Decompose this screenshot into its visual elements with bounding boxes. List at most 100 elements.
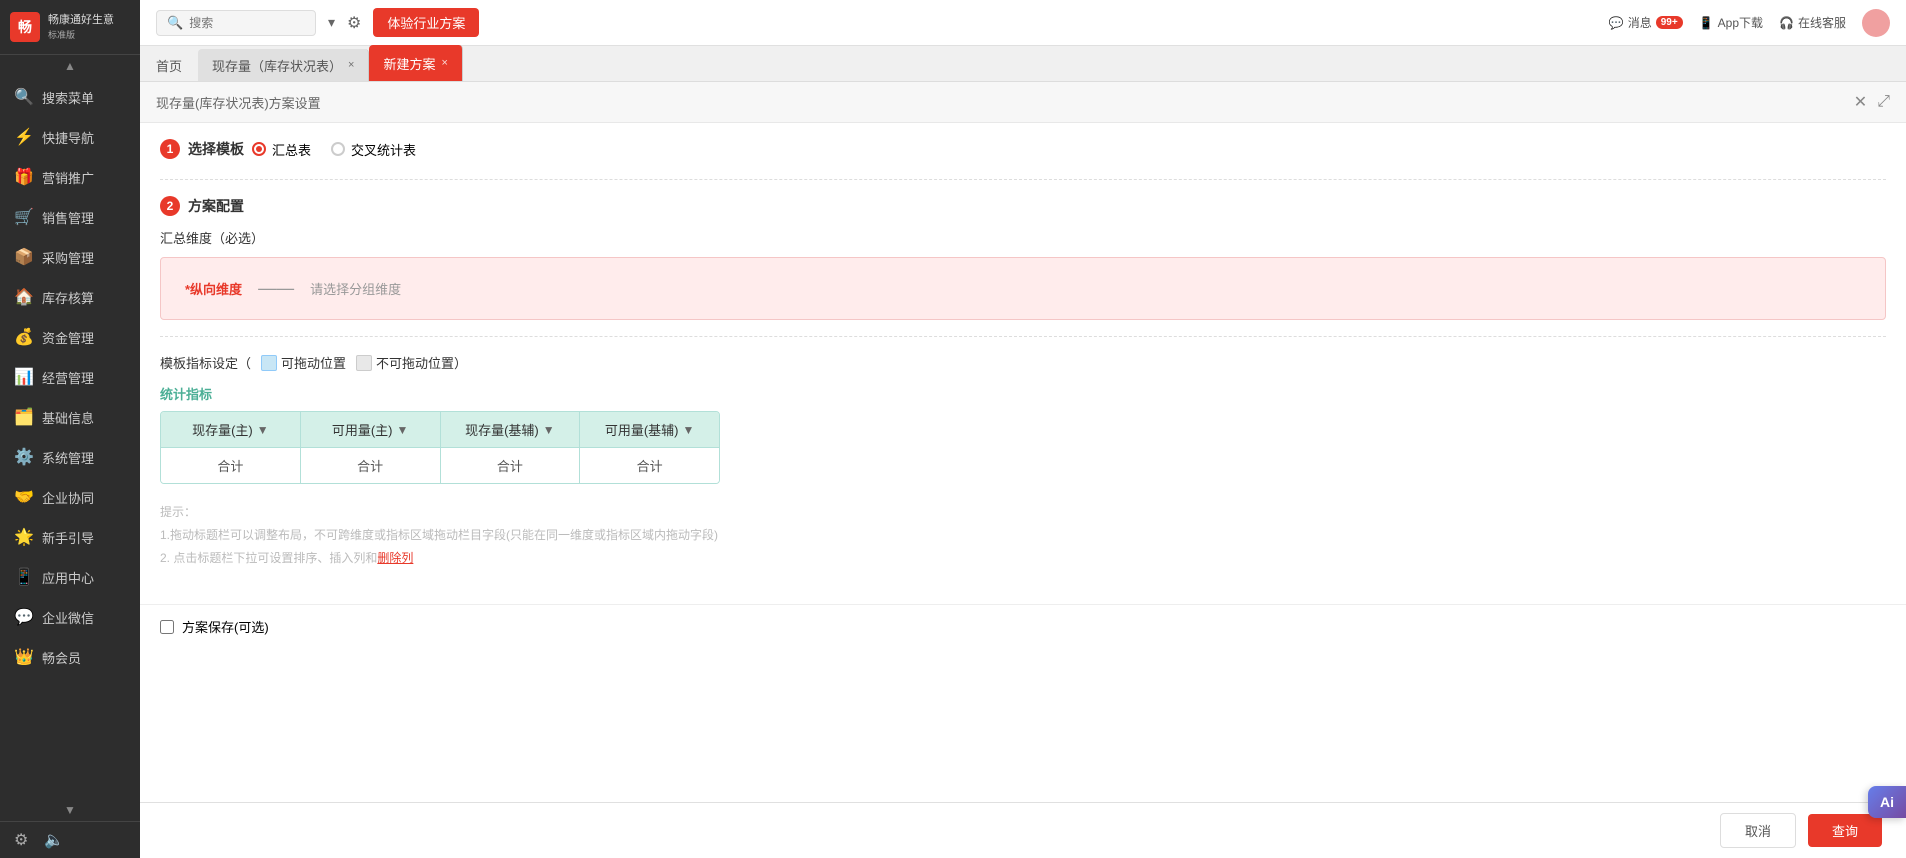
draggable-indicator: 可拖动位置	[261, 353, 346, 372]
audio-icon[interactable]: 🔈	[44, 830, 64, 850]
message-badge: 99+	[1656, 16, 1683, 29]
radio-cross[interactable]: 交叉统计表	[331, 140, 416, 159]
trial-button[interactable]: 体验行业方案	[373, 8, 479, 37]
stats-col-body-2: 合计	[441, 447, 581, 483]
base-info-icon: 🗂️	[14, 407, 34, 427]
sidebar-logo: 畅 畅康通好生意 标准版	[0, 0, 140, 55]
non-draggable-label: 不可拖动位置）	[376, 353, 467, 372]
col2-chevron[interactable]: ▼	[543, 423, 555, 437]
vertical-dim-placeholder[interactable]: 请选择分组维度	[310, 279, 401, 298]
sidebar-item-sales[interactable]: 🛒 销售管理	[0, 197, 140, 237]
ai-button[interactable]: Ai	[1868, 786, 1906, 818]
sidebar-item-marketing[interactable]: 🎁 营销推广	[0, 157, 140, 197]
sidebar-item-inventory[interactable]: 🏠 库存核算	[0, 277, 140, 317]
sidebar-item-search-menu[interactable]: 🔍 搜索菜单	[0, 77, 140, 117]
stats-col-header-2[interactable]: 现存量(基辅) ▼	[441, 412, 581, 447]
sidebar-item-quick-nav[interactable]: ⚡ 快捷导航	[0, 117, 140, 157]
wechat-icon: 💬	[14, 607, 34, 627]
radio-cross-label: 交叉统计表	[351, 140, 416, 159]
sidebar-item-enterprise[interactable]: 🤝 企业协同	[0, 477, 140, 517]
query-button[interactable]: 查询	[1808, 814, 1882, 847]
search-icon: 🔍	[167, 15, 183, 31]
sidebar-item-new-guide[interactable]: 🌟 新手引导	[0, 517, 140, 557]
message-icon: 💬	[1609, 16, 1624, 30]
tab-new-scheme[interactable]: 新建方案 ×	[369, 45, 462, 81]
member-label: 畅会员	[42, 648, 81, 667]
save-checkbox[interactable]	[160, 620, 174, 634]
enterprise-label: 企业协同	[42, 488, 94, 507]
radio-summary-label: 汇总表	[272, 140, 311, 159]
settings-icon[interactable]: ⚙	[14, 830, 28, 850]
tab-home-label: 首页	[156, 56, 182, 75]
vertical-dim-label: *纵向维度	[185, 279, 242, 298]
tips-section: 提示： 1.拖动标题栏可以调整布局，不可跨维度或指标区域拖动栏目字段(只能在同一…	[160, 503, 1886, 568]
enterprise-icon: 🤝	[14, 487, 34, 507]
close-panel-icon[interactable]: ✕	[1854, 92, 1867, 112]
message-label: 消息	[1628, 14, 1652, 31]
app-version: 标准版	[48, 28, 114, 41]
search-input[interactable]	[189, 16, 309, 30]
online-service-item[interactable]: 🎧 在线客服	[1779, 14, 1846, 31]
sidebar-nav: 🔍 搜索菜单 ⚡ 快捷导航 🎁 营销推广 🛒 销售管理 📦 采购管理 🏠 库存核…	[0, 77, 140, 799]
cancel-button[interactable]: 取消	[1720, 813, 1796, 848]
purchase-label: 采购管理	[42, 248, 94, 267]
dropdown-icon[interactable]: ▾	[328, 14, 335, 31]
sidebar-scroll-down[interactable]: ▼	[0, 799, 140, 821]
dim-label: 汇总维度（必选）	[160, 228, 1886, 247]
col3-chevron[interactable]: ▼	[683, 423, 695, 437]
app-download-label: App下载	[1718, 14, 1763, 31]
step2-header: 2 方案配置	[160, 196, 1886, 216]
stats-col-header-1[interactable]: 可用量(主) ▼	[301, 412, 441, 447]
stats-col-header-3[interactable]: 可用量(基辅) ▼	[580, 412, 719, 447]
draggable-label: 可拖动位置	[281, 353, 346, 372]
tip-1: 1.拖动标题栏可以调整布局，不可跨维度或指标区域拖动栏目字段(只能在同一维度或指…	[160, 526, 1886, 545]
user-avatar[interactable]	[1862, 9, 1890, 37]
vertical-dim-box: *纵向维度 —— 请选择分组维度	[160, 257, 1886, 320]
tab-home[interactable]: 首页	[140, 49, 198, 81]
tab-new-scheme-close[interactable]: ×	[441, 57, 447, 69]
sidebar-item-purchase[interactable]: 📦 采购管理	[0, 237, 140, 277]
col1-chevron[interactable]: ▼	[397, 423, 409, 437]
step1-badge: 1	[160, 139, 180, 159]
stats-col-body-3: 合计	[580, 447, 719, 483]
topbar-right: 💬 消息 99+ 📱 App下载 🎧 在线客服	[1609, 9, 1890, 37]
search-box[interactable]: 🔍	[156, 10, 316, 36]
finance-icon: 💰	[14, 327, 34, 347]
stats-col-header-0[interactable]: 现存量(主) ▼	[161, 412, 301, 447]
new-guide-label: 新手引导	[42, 528, 94, 547]
sidebar-bottom: ⚙ 🔈	[0, 821, 140, 858]
app-download-item[interactable]: 📱 App下载	[1699, 14, 1763, 31]
stats-col-body-0: 合计	[161, 447, 301, 483]
sidebar-item-member[interactable]: 👑 畅会员	[0, 637, 140, 677]
sidebar-item-operations[interactable]: 📊 经营管理	[0, 357, 140, 397]
sidebar-item-wechat[interactable]: 💬 企业微信	[0, 597, 140, 637]
message-item[interactable]: 💬 消息 99+	[1609, 14, 1683, 31]
stats-label: 统计指标	[160, 384, 1886, 403]
radio-summary[interactable]: 汇总表	[252, 140, 311, 159]
content-title: 现存量(库存状况表)方案设置	[156, 93, 321, 112]
tab-inventory-status[interactable]: 现存量（库存状况表） ×	[198, 49, 369, 81]
sidebar-scroll-up[interactable]: ▲	[0, 55, 140, 77]
col0-chevron[interactable]: ▼	[257, 423, 269, 437]
stats-table: 现存量(主) ▼ 可用量(主) ▼ 现存量(基辅) ▼	[160, 411, 720, 484]
wechat-label: 企业微信	[42, 608, 94, 627]
tab-inventory-close[interactable]: ×	[348, 59, 354, 71]
sidebar-item-app-center[interactable]: 📱 应用中心	[0, 557, 140, 597]
purchase-icon: 📦	[14, 247, 34, 267]
sidebar-item-base-info[interactable]: 🗂️ 基础信息	[0, 397, 140, 437]
gear-icon[interactable]: ⚙	[347, 13, 361, 33]
sidebar-item-system[interactable]: ⚙️ 系统管理	[0, 437, 140, 477]
step-divider-2	[160, 336, 1886, 337]
inventory-label: 库存核算	[42, 288, 94, 307]
sidebar-item-finance[interactable]: 💰 资金管理	[0, 317, 140, 357]
panel: 1 选择模板 汇总表 交叉统计表	[140, 123, 1906, 604]
col3-label: 可用量(基辅)	[605, 420, 679, 439]
topbar: 🔍 ▾ ⚙ 体验行业方案 💬 消息 99+ 📱 App下载 🎧 在线客服	[140, 0, 1906, 46]
footer-bar: 取消 查询	[140, 802, 1906, 858]
operations-icon: 📊	[14, 367, 34, 387]
quick-nav-label: 快捷导航	[42, 128, 94, 147]
operations-label: 经营管理	[42, 368, 94, 387]
phone-icon: 📱	[1699, 16, 1714, 30]
col0-label: 现存量(主)	[192, 420, 253, 439]
expand-panel-icon[interactable]: ⤢	[1877, 93, 1890, 111]
